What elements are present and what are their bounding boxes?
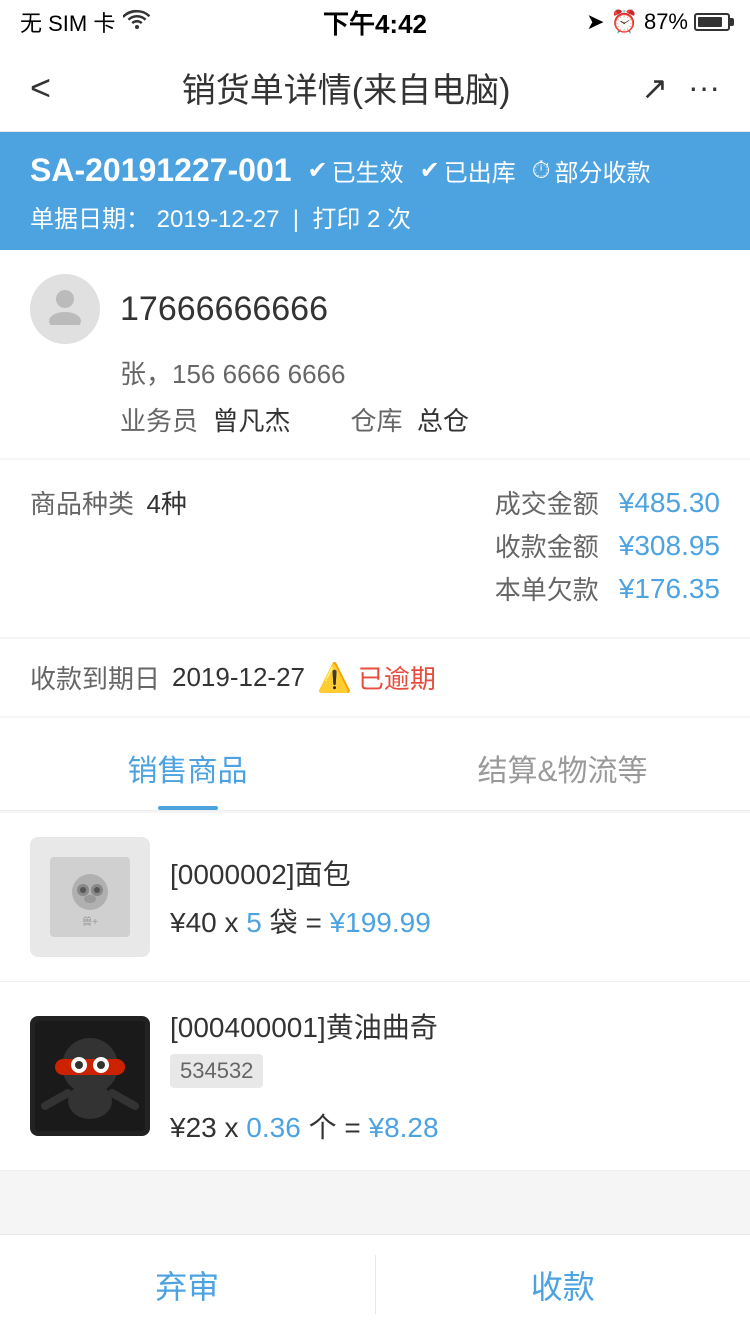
product-image-1: 兽+: [30, 837, 150, 957]
page-title: 销货单详情(来自电脑): [182, 63, 511, 112]
order-date-row: 单据日期： 2019-12-27 | 打印 2 次: [30, 199, 720, 234]
product-price-1: ¥40 x 5 袋 = ¥199.99: [170, 901, 720, 941]
warehouse-item: 仓库 总仓: [350, 401, 468, 438]
product-name-2: [000400001]黄油曲奇: [170, 1006, 720, 1046]
carrier-label: 无 SIM 卡: [20, 6, 115, 38]
table-row: 兽+ [0000002]面包 ¥40 x 5 袋 = ¥199.99: [0, 813, 750, 982]
collection-amount: ¥308.95: [619, 530, 720, 562]
customer-meta: 业务员 曾凡杰 仓库 总仓: [120, 401, 720, 438]
status-left: 无 SIM 卡: [20, 6, 151, 38]
avatar-icon: [44, 283, 86, 335]
tabs-section: 销售商品 结算&物流等: [0, 718, 750, 811]
battery-percent: 87%: [644, 9, 688, 35]
location-icon: ➤: [586, 9, 604, 35]
status-right: ➤ ⏰ 87%: [586, 9, 730, 35]
product-qty-2: 0.36: [246, 1112, 301, 1143]
battery-icon: [694, 13, 730, 31]
table-row: [000400001]黄油曲奇 534532 ¥23 x 0.36 个 = ¥8…: [0, 982, 750, 1171]
collection-line: 收款金额 ¥308.95: [495, 527, 720, 564]
status-bar: 无 SIM 卡 下午4:42 ➤ ⏰ 87%: [0, 0, 750, 44]
status-time: 下午4:42: [323, 4, 427, 41]
product-info-2: [000400001]黄油曲奇 534532 ¥23 x 0.36 个 = ¥8…: [170, 1006, 720, 1146]
badge-partial: ⏱ 部分收款: [532, 153, 651, 188]
bottom-bar: 弃审 收款: [0, 1234, 750, 1334]
product-info-1: [0000002]面包 ¥40 x 5 袋 = ¥199.99: [170, 853, 720, 941]
tab-sales-products[interactable]: 销售商品: [0, 718, 375, 810]
wifi-icon: [123, 9, 151, 35]
product-name-1: [0000002]面包: [170, 853, 720, 893]
nav-actions: ↗ ···: [641, 69, 720, 107]
overdue-badge: ⚠️ 已逾期: [317, 659, 436, 696]
cancel-review-button[interactable]: 弃审: [0, 1235, 375, 1334]
share-button[interactable]: ↗: [641, 69, 668, 107]
alarm-icon: ⏰: [611, 9, 638, 35]
tab-settlement[interactable]: 结算&物流等: [375, 718, 750, 810]
product-sku-2: 534532: [170, 1054, 263, 1088]
check-icon-1: ✔: [308, 156, 328, 185]
tabs-row: 销售商品 结算&物流等: [0, 718, 750, 811]
clock-icon: ⏱: [532, 157, 551, 185]
nav-bar: < 销货单详情(来自电脑) ↗ ···: [0, 44, 750, 132]
product-total-1: ¥199.99: [330, 907, 431, 938]
summary-left: 商品种类 4种: [30, 484, 187, 521]
check-icon-2: ✔: [420, 156, 440, 185]
warehouse-name: 总仓: [417, 406, 469, 436]
sales-name: 曾凡杰: [212, 406, 290, 436]
sales-item: 业务员 曾凡杰: [120, 401, 290, 438]
debt-amount: ¥176.35: [619, 573, 720, 605]
customer-row: 17666666666: [30, 274, 720, 344]
product-list: 兽+ [0000002]面包 ¥40 x 5 袋 = ¥199.99: [0, 813, 750, 1171]
avatar: [30, 274, 100, 344]
deal-amount-line: 成交金额 ¥485.30: [495, 484, 720, 521]
customer-contact: 张，156 6666 6666: [120, 354, 720, 391]
back-button[interactable]: <: [30, 67, 51, 109]
product-qty-1: 5: [246, 907, 262, 938]
debt-line: 本单欠款 ¥176.35: [495, 570, 720, 607]
more-button[interactable]: ···: [688, 69, 720, 106]
header-banner: SA-20191227-001 ✔ 已生效 ✔ 已出库 ⏱ 部分收款 单据日期：…: [0, 132, 750, 250]
order-id: SA-20191227-001: [30, 152, 292, 189]
customer-section: 17666666666 张，156 6666 6666 业务员 曾凡杰 仓库 总…: [0, 250, 750, 458]
deal-amount: ¥485.30: [619, 487, 720, 519]
product-price-2: ¥23 x 0.36 个 = ¥8.28: [170, 1106, 720, 1146]
order-id-row: SA-20191227-001 ✔ 已生效 ✔ 已出库 ⏱ 部分收款: [30, 152, 720, 189]
badge-effective: ✔ 已生效: [308, 153, 404, 188]
summary-row: 商品种类 4种 成交金额 ¥485.30 收款金额 ¥308.95 本单欠款 ¥…: [30, 484, 720, 613]
product-image-2: [30, 1016, 150, 1136]
overdue-icon: ⚠️: [317, 661, 352, 694]
product-total-2: ¥8.28: [369, 1112, 439, 1143]
due-date-section: 收款到期日 2019-12-27 ⚠️ 已逾期: [0, 639, 750, 716]
customer-id: 17666666666: [120, 290, 328, 329]
summary-section: 商品种类 4种 成交金额 ¥485.30 收款金额 ¥308.95 本单欠款 ¥…: [0, 460, 750, 637]
summary-right: 成交金额 ¥485.30 收款金额 ¥308.95 本单欠款 ¥176.35: [495, 484, 720, 613]
collect-payment-button[interactable]: 收款: [376, 1235, 750, 1334]
badge-shipped: ✔ 已出库: [420, 153, 516, 188]
svg-text:兽+: 兽+: [82, 915, 98, 928]
